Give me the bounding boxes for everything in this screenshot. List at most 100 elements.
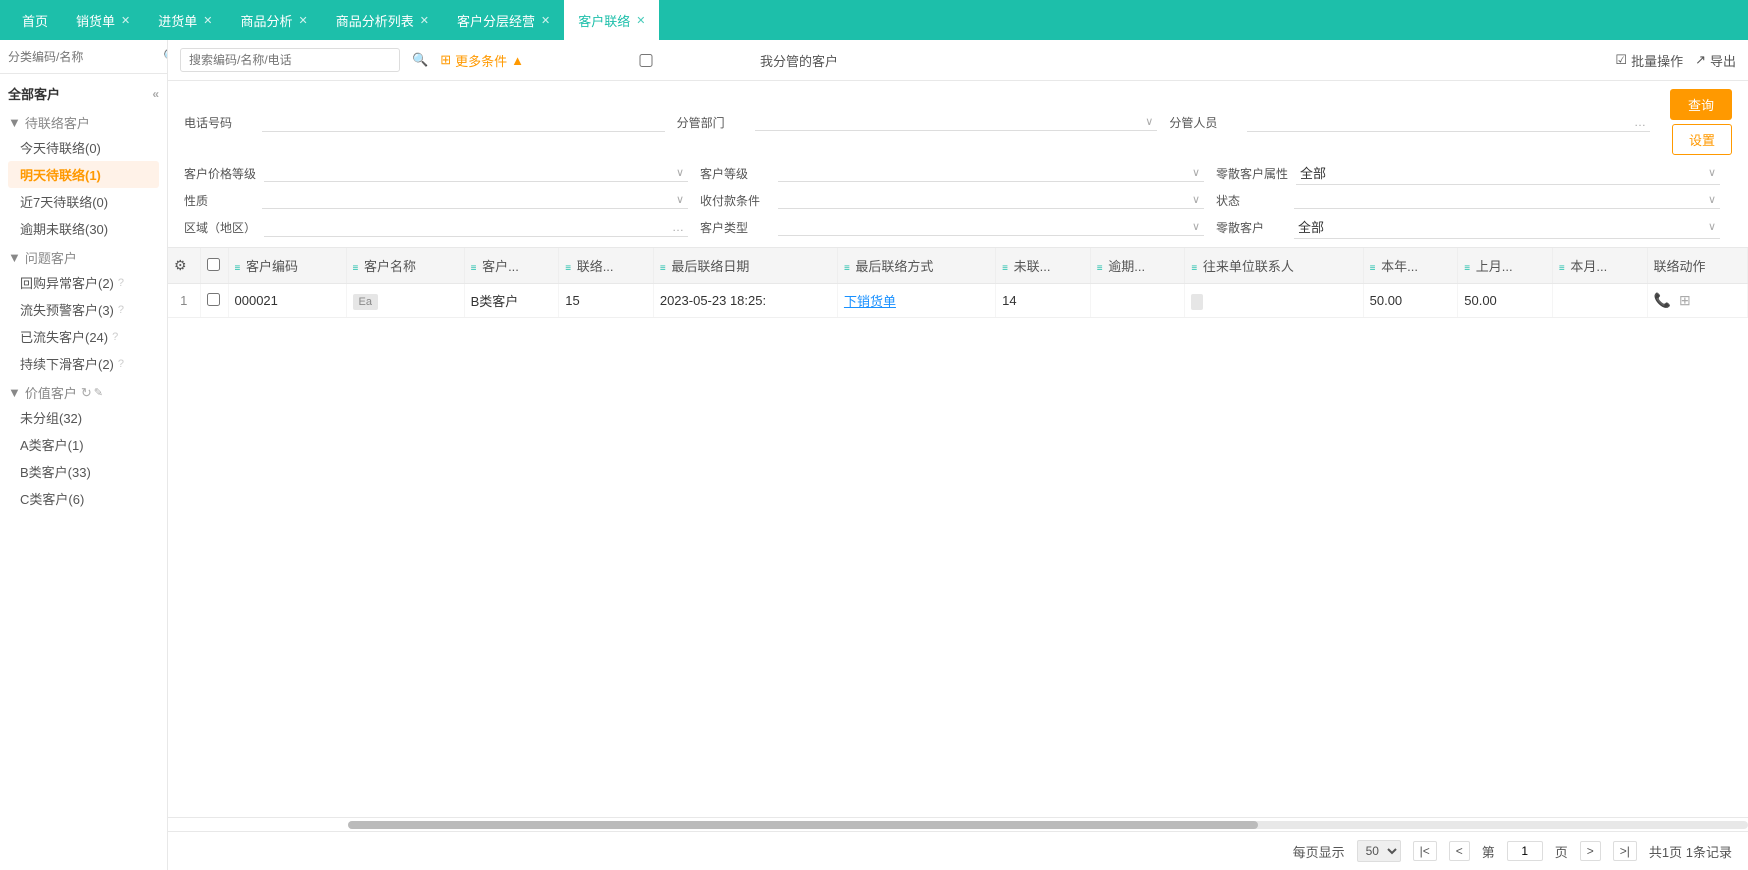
sidebar-item-churned[interactable]: 已流失客户(24) ? (8, 323, 159, 350)
gender-select[interactable]: ∨ (262, 191, 688, 209)
help-icon-0[interactable]: ? (118, 277, 124, 289)
row-num: 1 (168, 284, 200, 318)
nav-customer-tier[interactable]: 客户分层经营 ✕ (443, 0, 564, 40)
payment-select[interactable]: ∨ (778, 191, 1204, 209)
top-nav: 首页 销货单 ✕ 进货单 ✕ 商品分析 ✕ 商品分析列表 ✕ 客户分层经营 ✕ … (0, 0, 1748, 40)
customer-type-chevron-icon: ∨ (1192, 220, 1200, 233)
manager-input[interactable]: … (1247, 113, 1650, 132)
sidebar-item-churn-warning[interactable]: 流失预警客户(3) ? (8, 296, 159, 323)
settings-icon[interactable]: ⚙ (174, 257, 187, 273)
my-customer-checkbox[interactable] (536, 54, 756, 67)
sidebar-item-overdue-pending[interactable]: 逾期未联络(30) (8, 215, 159, 242)
customer-level-select[interactable]: ∨ (778, 164, 1204, 182)
more-conditions-button[interactable]: ⊞ 更多条件 ▲ (440, 51, 524, 70)
sidebar-item-class-b[interactable]: B类客户(33) (8, 458, 159, 485)
col-uncontact: ≡ 未联... (996, 248, 1091, 284)
help-icon-3[interactable]: ? (118, 358, 124, 370)
last-method-link[interactable]: 下销货单 (844, 294, 896, 309)
sidebar-item-declining[interactable]: 持续下滑客户(2) ? (8, 350, 159, 377)
nav-sales-order[interactable]: 销货单 ✕ (62, 0, 144, 40)
top-right-btns: ☑ 批量操作 ↗ 导出 (1615, 51, 1736, 70)
row-type: B类客户 (464, 284, 559, 318)
row-checkbox[interactable] (207, 293, 220, 306)
retail-attr-select[interactable]: 全部 ∨ (1296, 161, 1720, 185)
region-dots-icon[interactable]: … (672, 220, 684, 234)
retail-attr-chevron-icon: ∨ (1708, 166, 1716, 179)
nav-product-analysis[interactable]: 商品分析 ✕ (226, 0, 321, 40)
col-unit-contact: ≡ 往来单位联系人 (1185, 248, 1363, 284)
filter-phone: 电话号码 (184, 113, 677, 132)
value-level-chevron-icon: ∨ (676, 166, 684, 179)
sidebar-item-ungrouped[interactable]: 未分组(32) (8, 404, 159, 431)
edit-value-icon[interactable]: ✎ (94, 386, 103, 399)
sort-icon-name: ≡ (353, 263, 359, 274)
phone-input[interactable] (262, 113, 665, 132)
close-customer-tier-icon[interactable]: ✕ (541, 14, 550, 27)
refresh-value-icon[interactable]: ↻ (81, 385, 92, 401)
name-placeholder: Ea (353, 294, 378, 310)
close-product-analysis-icon[interactable]: ✕ (299, 14, 308, 27)
batch-op-button[interactable]: ☑ 批量操作 (1615, 51, 1683, 70)
sort-icon-type: ≡ (471, 263, 477, 274)
collapse-icon[interactable]: « (152, 87, 159, 101)
help-icon-1[interactable]: ? (118, 304, 124, 316)
col-contact-count: ≡ 联络... (559, 248, 654, 284)
nav-home[interactable]: 首页 (8, 0, 62, 40)
filter-action-btns: 查询 设置 (1662, 89, 1732, 155)
set-button[interactable]: 设置 (1672, 124, 1732, 155)
sidebar-item-repurchase-abnormal[interactable]: 回购异常客户(2) ? (8, 269, 159, 296)
scrollbar-thumb[interactable] (348, 821, 1258, 829)
col-last-contact-method: ≡ 最后联络方式 (837, 248, 995, 284)
row-last-date: 2023-05-23 18:25: (653, 284, 837, 318)
export-button[interactable]: ↗ 导出 (1695, 51, 1736, 70)
last-page-button[interactable]: >| (1613, 841, 1637, 861)
sidebar-item-7days-pending[interactable]: 近7天待联络(0) (8, 188, 159, 215)
sidebar-search-input[interactable] (8, 50, 163, 64)
search-button[interactable]: 🔍 (412, 52, 428, 68)
sidebar-item-class-c[interactable]: C类客户(6) (8, 485, 159, 512)
action-phone-icon[interactable]: 📞 (1654, 292, 1671, 309)
pending-group-title: ▼ 待联络客户 (8, 107, 159, 134)
sidebar-item-tomorrow-pending[interactable]: 明天待联络(1) (8, 161, 159, 188)
customer-type-select[interactable]: ∨ (778, 218, 1204, 236)
content-area: 🔍 ⊞ 更多条件 ▲ 我分管的客户 ☑ 批量操作 ↗ 导出 (168, 40, 1748, 870)
search-bar: 🔍 ⊞ 更多条件 ▲ 我分管的客户 ☑ 批量操作 ↗ 导出 (168, 40, 1748, 81)
retail-customer-select[interactable]: 全部 ∨ (1294, 215, 1720, 239)
table-header-row: ⚙ ≡ 客户编码 ≡ 客户名称 (168, 248, 1748, 284)
close-purchase-order-icon[interactable]: ✕ (203, 14, 212, 27)
gender-chevron-icon: ∨ (676, 193, 684, 206)
close-product-list-icon[interactable]: ✕ (420, 14, 429, 27)
nav-product-analysis-list[interactable]: 商品分析列表 ✕ (322, 0, 443, 40)
row-code: 000021 (228, 284, 346, 318)
prev-page-button[interactable]: < (1449, 841, 1470, 861)
nav-purchase-order[interactable]: 进货单 ✕ (144, 0, 226, 40)
filter-region: 区域（地区） … (184, 218, 700, 237)
search-input[interactable] (180, 48, 400, 72)
action-grid-icon[interactable]: ⊞ (1679, 292, 1691, 309)
dept-select[interactable]: ∨ (755, 113, 1158, 131)
col-settings: ⚙ (168, 248, 200, 284)
manager-dots-icon[interactable]: … (1634, 115, 1646, 129)
status-select[interactable]: ∨ (1294, 191, 1720, 209)
next-page-button[interactable]: > (1580, 841, 1601, 861)
sidebar-item-today-pending[interactable]: 今天待联络(0) (8, 134, 159, 161)
my-customer-label: 我分管的客户 (536, 51, 838, 70)
value-level-select[interactable]: ∨ (264, 164, 688, 182)
query-button[interactable]: 查询 (1670, 89, 1732, 120)
help-icon-2[interactable]: ? (112, 331, 118, 343)
action-icons: 📞 ⊞ (1654, 292, 1742, 309)
customer-level-chevron-icon: ∨ (1192, 166, 1200, 179)
sidebar-item-class-a[interactable]: A类客户(1) (8, 431, 159, 458)
row-checkbox-cell (200, 284, 228, 318)
sort-icon-code: ≡ (235, 263, 241, 274)
check-all-icon: ☑ (1615, 52, 1627, 68)
page-input[interactable] (1507, 841, 1543, 861)
filter-row-4: 区域（地区） … 客户类型 ∨ 零散客户 全部 ∨ (184, 215, 1732, 239)
nav-customer-contact[interactable]: 客户联络 ✕ (564, 0, 659, 40)
per-page-select[interactable]: 50 (1357, 840, 1401, 862)
region-input[interactable]: … (264, 218, 688, 237)
select-all-checkbox[interactable] (207, 258, 220, 271)
close-sales-order-icon[interactable]: ✕ (121, 14, 130, 27)
first-page-button[interactable]: |< (1413, 841, 1437, 861)
close-customer-contact-icon[interactable]: ✕ (636, 14, 645, 27)
